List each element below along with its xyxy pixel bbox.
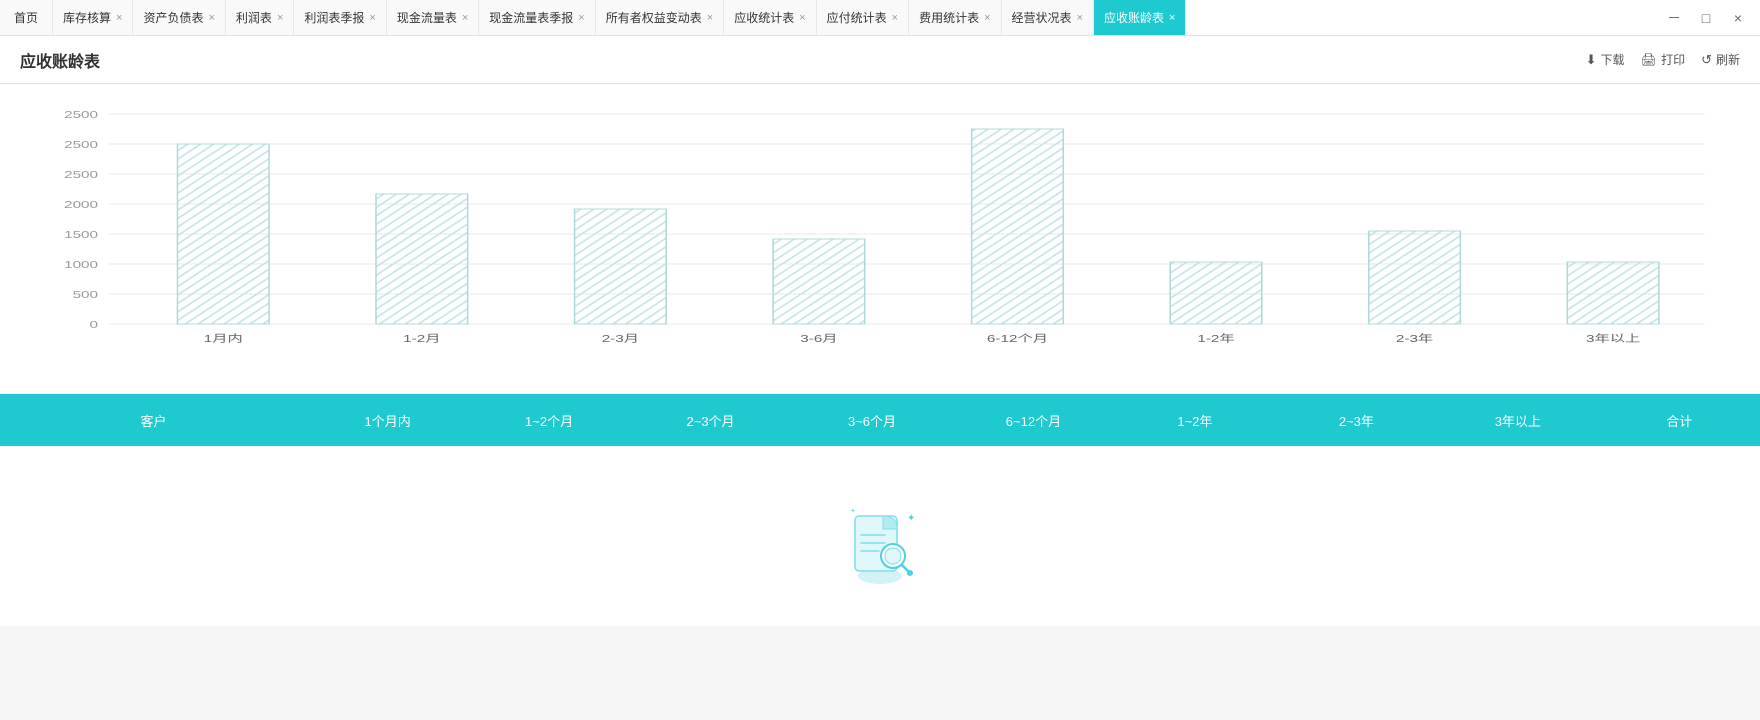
- refresh-label: 刷新: [1716, 51, 1740, 68]
- tab-inventory-label: 库存核算: [63, 9, 111, 26]
- refresh-action[interactable]: ↺ 刷新: [1701, 51, 1740, 68]
- th-year2-3: 2~3年: [1276, 411, 1437, 430]
- chart-area: 2500 2500 2500 2000 1500 1000 500 0: [0, 84, 1760, 394]
- tab-ar-stat-close[interactable]: ×: [799, 12, 805, 24]
- tab-cashflow-close[interactable]: ×: [462, 12, 468, 24]
- chart-svg: 2500 2500 2500 2000 1500 1000 500 0: [40, 104, 1720, 364]
- tab-profit-quarter-close[interactable]: ×: [369, 12, 375, 24]
- th-month1: 1个月内: [307, 411, 468, 430]
- svg-text:3-6月: 3-6月: [800, 333, 837, 345]
- empty-icon: ✦ ✦: [835, 501, 925, 591]
- tab-balance[interactable]: 资产负债表 ×: [133, 0, 225, 36]
- page-title: 应收账龄表: [20, 48, 100, 72]
- tab-ar-stat-label: 应收统计表: [734, 9, 794, 26]
- tab-operation[interactable]: 经营状况表 ×: [1002, 0, 1094, 36]
- tab-profit-quarter[interactable]: 利润表季报 ×: [294, 0, 386, 36]
- minimize-button[interactable]: －: [1660, 4, 1688, 32]
- th-month6-12: 6~12个月: [953, 411, 1114, 430]
- tab-bar: 首页 库存核算 × 资产负债表 × 利润表 × 利润表季报 × 现金流量表 × …: [0, 0, 1760, 36]
- tab-profit-label: 利润表: [236, 9, 272, 26]
- download-icon: ⬇: [1586, 52, 1597, 68]
- svg-text:2-3月: 2-3月: [602, 333, 639, 345]
- tab-ap-stat-label: 应付统计表: [827, 9, 887, 26]
- tab-equity-close[interactable]: ×: [707, 12, 713, 24]
- tab-cashflow-quarter-close[interactable]: ×: [578, 12, 584, 24]
- tab-ar-aging[interactable]: 应收账龄表 ×: [1094, 0, 1186, 36]
- main-content: 2500 2500 2500 2000 1500 1000 500 0: [0, 84, 1760, 626]
- svg-text:0: 0: [90, 319, 98, 331]
- tab-ap-stat-close[interactable]: ×: [892, 12, 898, 24]
- page-header: 应收账龄表 ⬇ 下载 🖨 打印 ↺ 刷新: [0, 36, 1760, 84]
- print-icon: 🖨: [1641, 52, 1658, 68]
- table-header: 客户 1个月内 1~2个月 2~3个月 3~6个月 6~12个月 1~2年 2~…: [0, 394, 1760, 446]
- tab-balance-close[interactable]: ×: [208, 12, 214, 24]
- th-total: 合计: [1599, 411, 1760, 430]
- svg-text:2-3年: 2-3年: [1396, 333, 1433, 345]
- svg-text:1000: 1000: [64, 259, 98, 271]
- tab-expense-stat[interactable]: 费用统计表 ×: [909, 0, 1001, 36]
- download-label: 下载: [1601, 51, 1625, 68]
- tab-operation-label: 经营状况表: [1012, 9, 1072, 26]
- tab-cashflow-label: 现金流量表: [397, 9, 457, 26]
- tab-cashflow-quarter-label: 现金流量表季报: [489, 9, 573, 26]
- svg-text:1-2年: 1-2年: [1197, 333, 1234, 345]
- tab-expense-stat-close[interactable]: ×: [984, 12, 990, 24]
- tab-home-label: 首页: [14, 9, 38, 26]
- th-year1-2: 1~2年: [1114, 411, 1275, 430]
- svg-text:1500: 1500: [64, 229, 98, 241]
- tab-equity[interactable]: 所有者权益变动表 ×: [596, 0, 724, 36]
- svg-text:3年以上: 3年以上: [1586, 333, 1640, 345]
- svg-text:2500: 2500: [64, 139, 98, 151]
- tab-ar-aging-label: 应收账龄表: [1104, 9, 1164, 26]
- print-action[interactable]: 🖨 打印: [1641, 51, 1686, 68]
- svg-text:1月内: 1月内: [204, 333, 243, 345]
- empty-illustration: ✦ ✦: [835, 501, 925, 591]
- svg-text:500: 500: [73, 289, 98, 301]
- tab-profit[interactable]: 利润表 ×: [226, 0, 294, 36]
- svg-text:2500: 2500: [64, 169, 98, 181]
- table-body: ✦ ✦: [0, 446, 1760, 626]
- tab-balance-label: 资产负债表: [143, 9, 203, 26]
- tab-inventory-close[interactable]: ×: [116, 12, 122, 24]
- th-month3-6: 3~6个月: [791, 411, 952, 430]
- tab-ap-stat[interactable]: 应付统计表 ×: [817, 0, 909, 36]
- tab-cashflow-quarter[interactable]: 现金流量表季报 ×: [479, 0, 595, 36]
- tab-home[interactable]: 首页: [0, 0, 53, 36]
- svg-text:✦: ✦: [850, 507, 856, 515]
- tab-ar-aging-close[interactable]: ×: [1169, 12, 1175, 24]
- tab-operation-close[interactable]: ×: [1077, 12, 1083, 24]
- th-customer: 客户: [0, 411, 307, 430]
- close-button[interactable]: ×: [1724, 4, 1752, 32]
- svg-text:1-2月: 1-2月: [403, 333, 440, 345]
- window-actions: － □ ×: [1660, 4, 1760, 32]
- maximize-button[interactable]: □: [1692, 4, 1720, 32]
- tab-profit-quarter-label: 利润表季报: [304, 9, 364, 26]
- svg-text:2000: 2000: [64, 199, 98, 211]
- print-label: 打印: [1661, 51, 1685, 68]
- tab-inventory[interactable]: 库存核算 ×: [53, 0, 133, 36]
- th-year3plus: 3年以上: [1437, 411, 1598, 430]
- th-month2-3: 2~3个月: [630, 411, 791, 430]
- tab-cashflow[interactable]: 现金流量表 ×: [387, 0, 479, 36]
- svg-text:✦: ✦: [907, 513, 915, 524]
- tab-ar-stat[interactable]: 应收统计表 ×: [724, 0, 816, 36]
- th-month1-2: 1~2个月: [468, 411, 629, 430]
- tab-profit-close[interactable]: ×: [277, 12, 283, 24]
- page-actions: ⬇ 下载 🖨 打印 ↺ 刷新: [1586, 51, 1740, 68]
- tab-expense-stat-label: 费用统计表: [919, 9, 979, 26]
- svg-text:2500: 2500: [64, 109, 98, 121]
- tab-equity-label: 所有者权益变动表: [606, 9, 702, 26]
- download-action[interactable]: ⬇ 下载: [1586, 51, 1625, 68]
- refresh-icon: ↺: [1701, 52, 1712, 68]
- svg-text:6-12个月: 6-12个月: [987, 333, 1048, 345]
